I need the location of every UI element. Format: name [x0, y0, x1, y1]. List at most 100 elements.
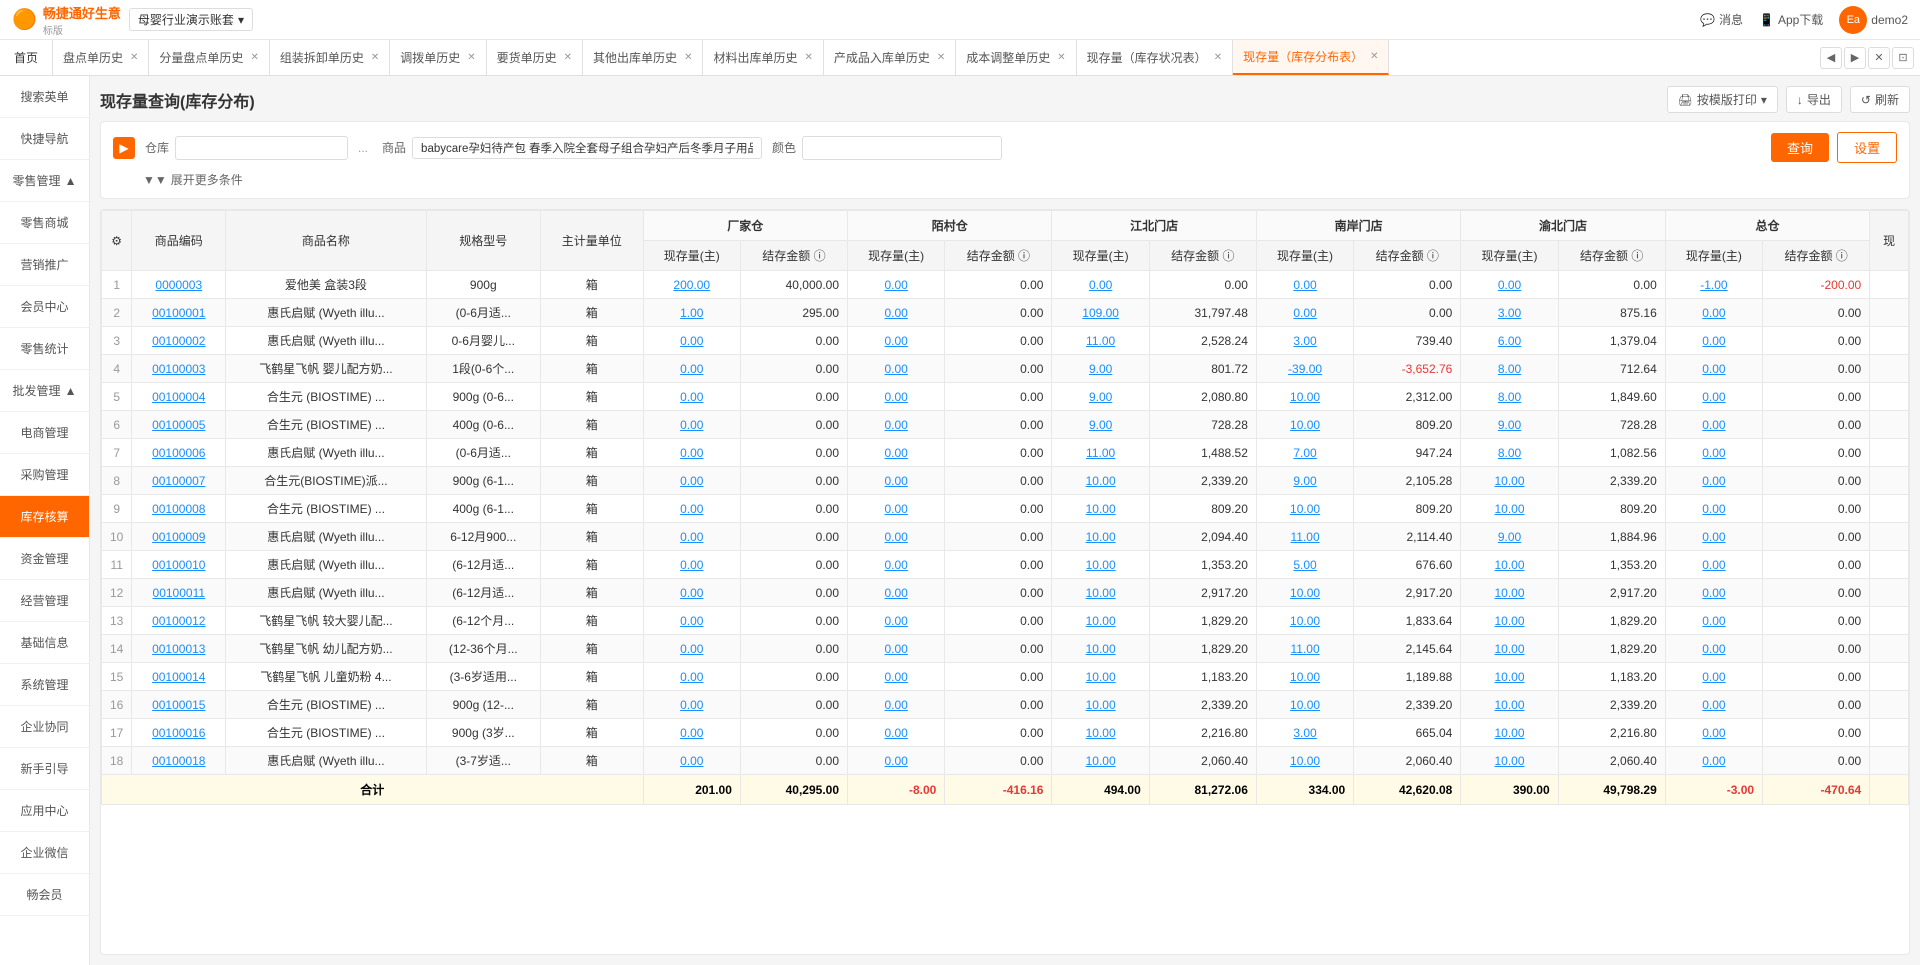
print-btn[interactable]: 🖨 按模版打印 ▾	[1667, 86, 1778, 113]
cell-na-qty[interactable]: 10.00	[1256, 579, 1353, 607]
sidebar-item-finance[interactable]: 资金管理	[0, 538, 89, 580]
cell-zc-qty[interactable]: 0.00	[1665, 299, 1762, 327]
tab-close[interactable]: ✕	[684, 52, 692, 63]
cell-zc-qty[interactable]: 0.00	[1665, 467, 1762, 495]
cell-na-qty[interactable]: 10.00	[1256, 691, 1353, 719]
tab-chengben[interactable]: 成本调整单历史✕	[956, 40, 1076, 75]
cell-zc-qty[interactable]: 0.00	[1665, 495, 1762, 523]
cell-na-qty[interactable]: 10.00	[1256, 495, 1353, 523]
sidebar-item-retail-stats[interactable]: 零售统计	[0, 328, 89, 370]
cell-na-qty[interactable]: 5.00	[1256, 551, 1353, 579]
cell-ck-qty[interactable]: 0.00	[643, 439, 740, 467]
cell-yb-qty[interactable]: 8.00	[1461, 355, 1558, 383]
cell-jb-qty[interactable]: 10.00	[1052, 607, 1149, 635]
cell-ck-qty[interactable]: 0.00	[643, 635, 740, 663]
cell-ck-qty[interactable]: 0.00	[643, 495, 740, 523]
app-download-btn[interactable]: 📱 App下载	[1759, 11, 1823, 28]
cell-jb-qty[interactable]: 9.00	[1052, 411, 1149, 439]
cell-na-qty[interactable]: 3.00	[1256, 327, 1353, 355]
sidebar-item-guide[interactable]: 新手引导	[0, 748, 89, 790]
message-btn[interactable]: 💬 消息	[1700, 11, 1743, 28]
sidebar-item-member2[interactable]: 畅会员	[0, 874, 89, 916]
cell-mc-qty[interactable]: 0.00	[848, 299, 945, 327]
cell-na-qty[interactable]: 3.00	[1256, 719, 1353, 747]
cell-zc-qty[interactable]: 0.00	[1665, 635, 1762, 663]
cell-mc-qty[interactable]: 0.00	[848, 635, 945, 663]
sidebar-item-purchase[interactable]: 采购管理	[0, 454, 89, 496]
cell-jb-qty[interactable]: 10.00	[1052, 523, 1149, 551]
cell-code[interactable]: 00100001	[132, 299, 226, 327]
cell-jb-qty[interactable]: 9.00	[1052, 383, 1149, 411]
cell-code[interactable]: 00100016	[132, 719, 226, 747]
cell-yb-qty[interactable]: 10.00	[1461, 607, 1558, 635]
cell-na-qty[interactable]: 10.00	[1256, 663, 1353, 691]
cell-yb-qty[interactable]: 8.00	[1461, 439, 1558, 467]
cell-na-qty[interactable]: 10.00	[1256, 607, 1353, 635]
sidebar-item-wechat[interactable]: 企业微信	[0, 832, 89, 874]
cell-mc-qty[interactable]: 0.00	[848, 607, 945, 635]
cell-zc-qty[interactable]: 0.00	[1665, 327, 1762, 355]
cell-jb-qty[interactable]: 10.00	[1052, 635, 1149, 663]
cell-ck-qty[interactable]: 0.00	[643, 691, 740, 719]
cell-zc-qty[interactable]: 0.00	[1665, 607, 1762, 635]
cell-mc-qty[interactable]: 0.00	[848, 467, 945, 495]
cell-na-qty[interactable]: 0.00	[1256, 299, 1353, 327]
cell-ck-qty[interactable]: 0.00	[643, 579, 740, 607]
cell-code[interactable]: 00100003	[132, 355, 226, 383]
cell-ck-qty[interactable]: 0.00	[643, 467, 740, 495]
cell-mc-qty[interactable]: 0.00	[848, 663, 945, 691]
cell-ck-qty[interactable]: 0.00	[643, 747, 740, 775]
cell-ck-qty[interactable]: 0.00	[643, 551, 740, 579]
cell-zc-qty[interactable]: 0.00	[1665, 383, 1762, 411]
cell-yb-qty[interactable]: 10.00	[1461, 467, 1558, 495]
cell-code[interactable]: 0000003	[132, 271, 226, 299]
cell-code[interactable]: 00100010	[132, 551, 226, 579]
cell-mc-qty[interactable]: 0.00	[848, 411, 945, 439]
tab-prev-btn[interactable]: ◀	[1820, 47, 1842, 69]
cell-yb-qty[interactable]: 6.00	[1461, 327, 1558, 355]
cell-mc-qty[interactable]: 0.00	[848, 719, 945, 747]
cell-yb-qty[interactable]: 10.00	[1461, 495, 1558, 523]
cell-zc-qty[interactable]: 0.00	[1665, 439, 1762, 467]
cell-code[interactable]: 00100009	[132, 523, 226, 551]
org-dropdown[interactable]: 母婴行业演示账套 ▾	[129, 8, 253, 31]
sidebar-item-operation[interactable]: 经营管理	[0, 580, 89, 622]
tab-next-btn[interactable]: ▶	[1844, 47, 1866, 69]
tab-home[interactable]: 首页	[0, 40, 53, 75]
cell-jb-qty[interactable]: 10.00	[1052, 579, 1149, 607]
cell-jb-qty[interactable]: 11.00	[1052, 439, 1149, 467]
cell-yb-qty[interactable]: 10.00	[1461, 551, 1558, 579]
cell-mc-qty[interactable]: 0.00	[848, 355, 945, 383]
cell-ck-qty[interactable]: 0.00	[643, 607, 740, 635]
goods-input[interactable]	[412, 137, 762, 159]
cell-mc-qty[interactable]: 0.00	[848, 327, 945, 355]
settings-btn[interactable]: 设置	[1837, 132, 1897, 163]
cell-ck-qty[interactable]: 0.00	[643, 663, 740, 691]
tab-close[interactable]: ✕	[371, 52, 379, 63]
cell-yb-qty[interactable]: 10.00	[1461, 663, 1558, 691]
cell-na-qty[interactable]: 9.00	[1256, 467, 1353, 495]
cell-ck-qty[interactable]: 0.00	[643, 411, 740, 439]
cell-mc-qty[interactable]: 0.00	[848, 579, 945, 607]
cell-zc-qty[interactable]: 0.00	[1665, 579, 1762, 607]
cell-mc-qty[interactable]: 0.00	[848, 551, 945, 579]
cell-na-qty[interactable]: 10.00	[1256, 747, 1353, 775]
tab-pandian[interactable]: 盘点单历史✕	[53, 40, 149, 75]
cell-ck-qty[interactable]: 200.00	[643, 271, 740, 299]
cell-ck-qty[interactable]: 0.00	[643, 523, 740, 551]
tab-yaohuo[interactable]: 要货单历史✕	[487, 40, 583, 75]
tab-expand-btn[interactable]: ⊡	[1892, 47, 1914, 69]
cell-ck-qty[interactable]: 1.00	[643, 299, 740, 327]
refresh-btn[interactable]: ↺ 刷新	[1850, 86, 1910, 113]
cell-zc-qty[interactable]: 0.00	[1665, 663, 1762, 691]
sidebar-item-search[interactable]: 搜索英单	[0, 76, 89, 118]
cell-jb-qty[interactable]: 109.00	[1052, 299, 1149, 327]
cell-code[interactable]: 00100004	[132, 383, 226, 411]
sidebar-item-member[interactable]: 会员中心	[0, 286, 89, 328]
cell-yb-qty[interactable]: 3.00	[1461, 299, 1558, 327]
cell-code[interactable]: 00100011	[132, 579, 226, 607]
tab-close[interactable]: ✕	[804, 52, 812, 63]
cell-jb-qty[interactable]: 9.00	[1052, 355, 1149, 383]
cell-na-qty[interactable]: -39.00	[1256, 355, 1353, 383]
cell-yb-qty[interactable]: 0.00	[1461, 271, 1558, 299]
